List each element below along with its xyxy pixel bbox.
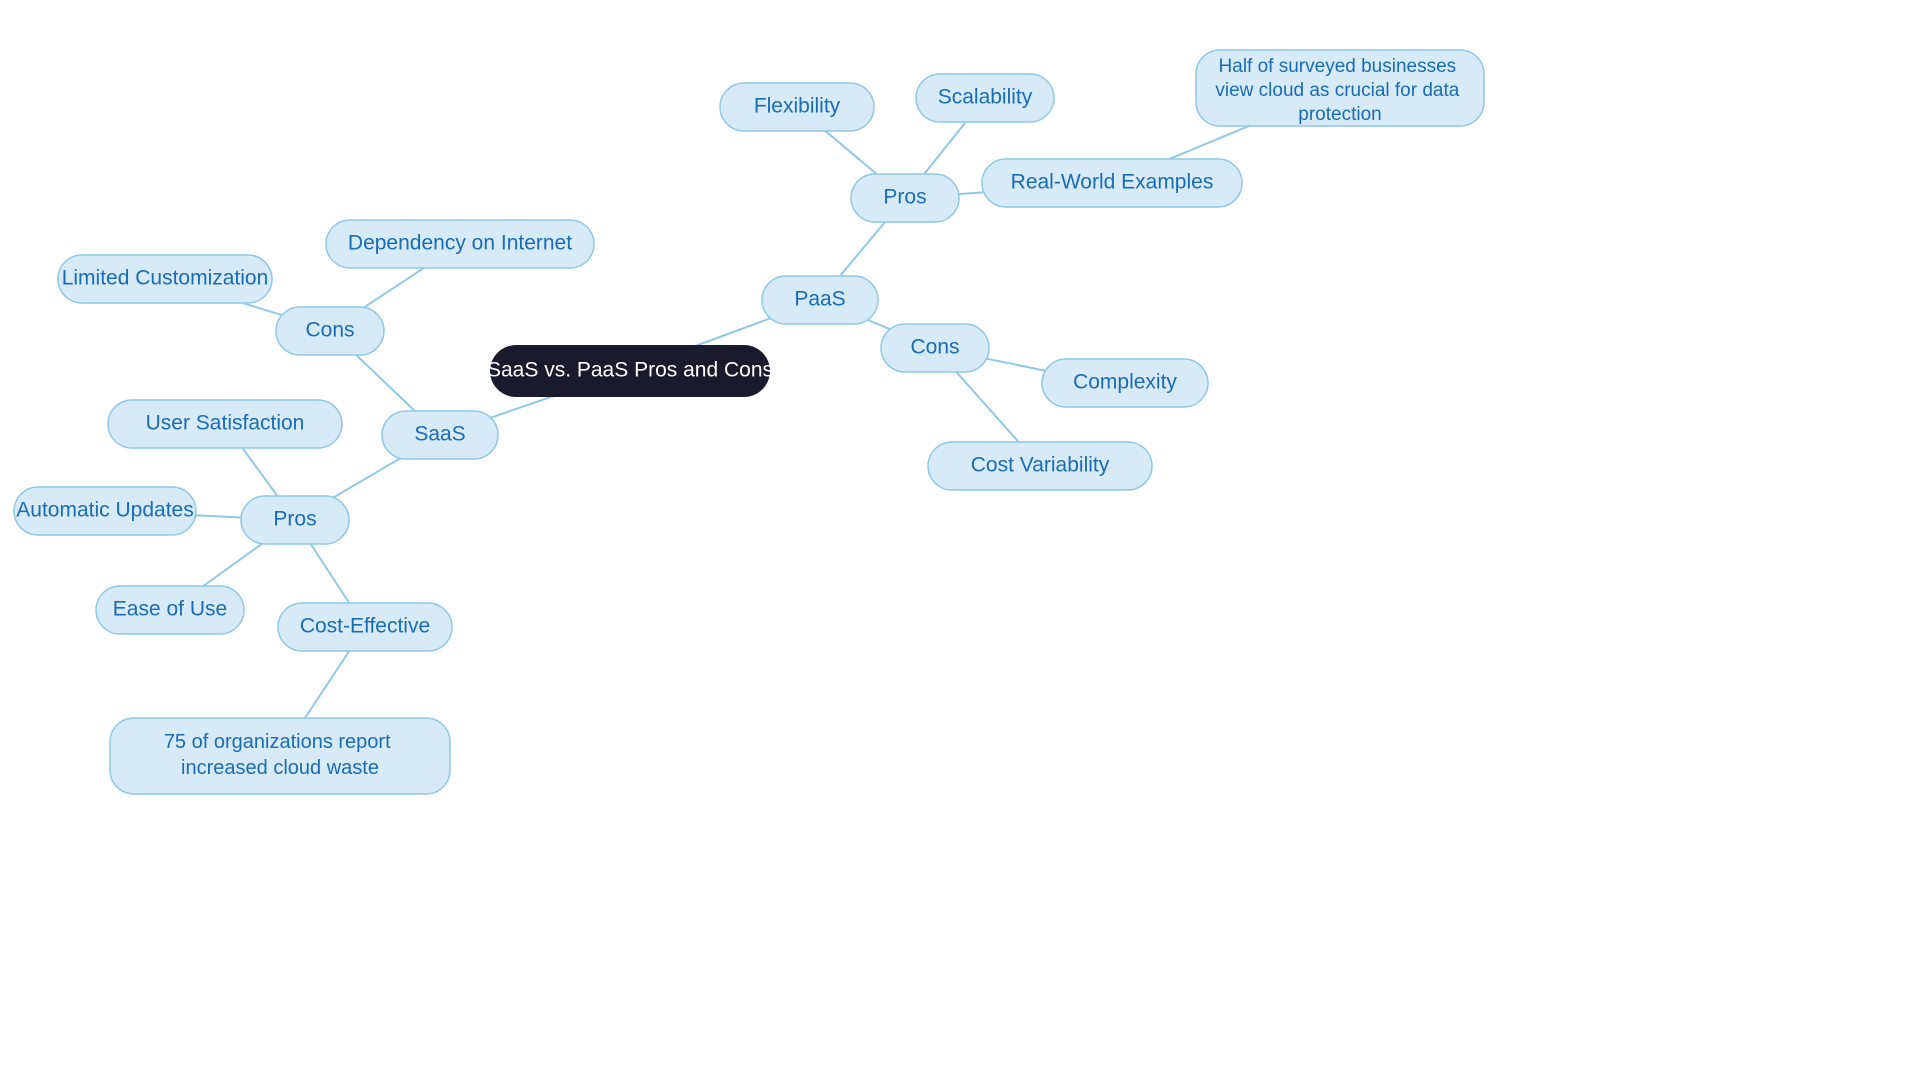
scalability-label: Scalability bbox=[938, 86, 1033, 109]
real-world-label: Real-World Examples bbox=[1011, 171, 1214, 194]
limited-customization-label: Limited Customization bbox=[62, 267, 269, 290]
cloud-waste-node[interactable] bbox=[110, 718, 450, 794]
ease-of-use-label: Ease of Use bbox=[113, 598, 227, 621]
center-label: SaaS vs. PaaS Pros and Cons bbox=[487, 359, 773, 382]
user-satisfaction-label: User Satisfaction bbox=[146, 412, 305, 435]
dependency-label: Dependency on Internet bbox=[348, 232, 572, 255]
automatic-updates-label: Automatic Updates bbox=[16, 499, 193, 522]
cost-effective-label: Cost-Effective bbox=[300, 615, 430, 638]
cost-variability-label: Cost Variability bbox=[971, 454, 1110, 477]
saas-pros-label: Pros bbox=[273, 508, 316, 531]
mindmap-diagram: SaaS vs. PaaS Pros and Cons SaaS Cons Pr… bbox=[0, 0, 1920, 1083]
paas-cons-label: Cons bbox=[910, 336, 959, 359]
paas-pros-label: Pros bbox=[883, 186, 926, 209]
saas-cons-label: Cons bbox=[305, 319, 354, 342]
paas-label: PaaS bbox=[794, 288, 845, 311]
flexibility-label: Flexibility bbox=[754, 95, 841, 118]
complexity-label: Complexity bbox=[1073, 371, 1177, 394]
saas-label: SaaS bbox=[414, 423, 465, 446]
